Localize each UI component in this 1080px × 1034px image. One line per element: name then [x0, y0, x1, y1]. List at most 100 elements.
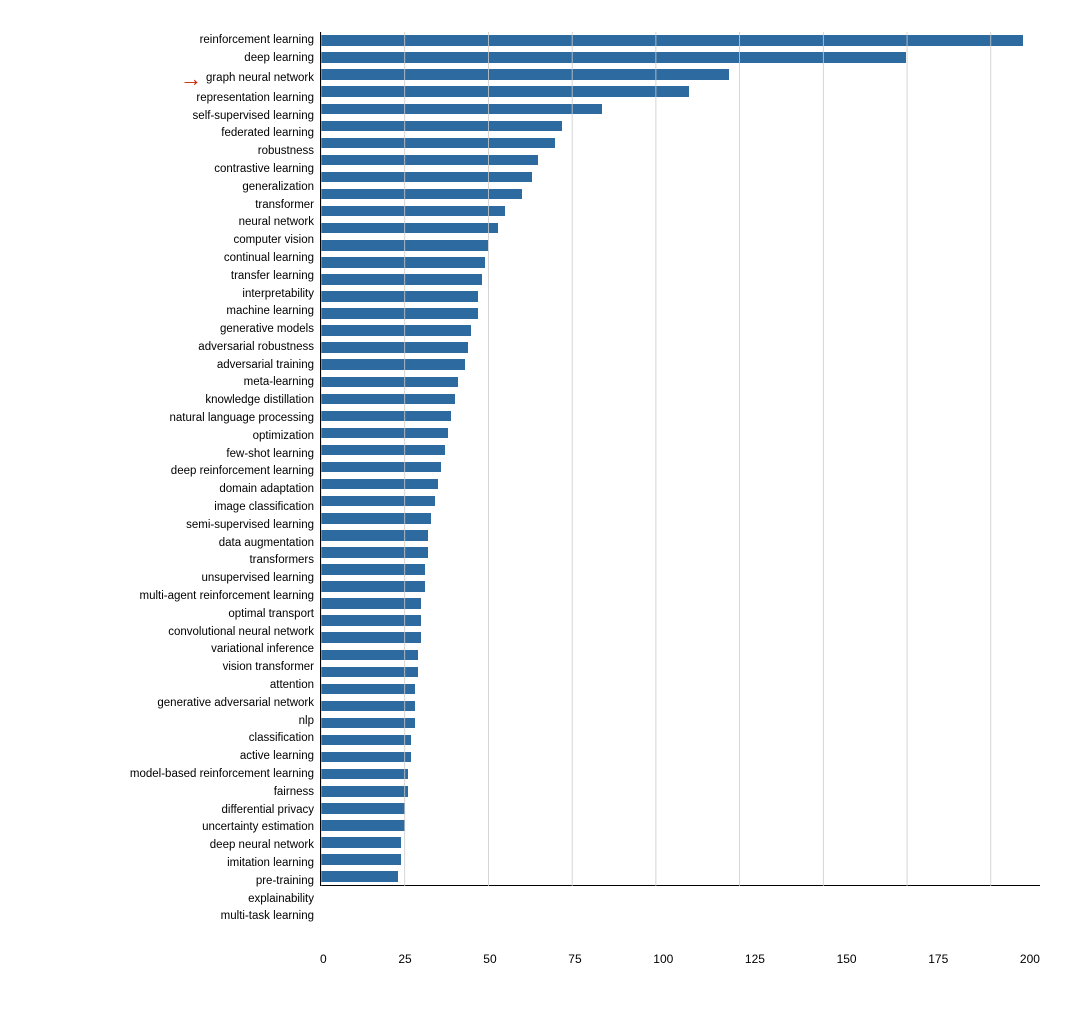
bar-row	[321, 680, 1040, 697]
bar	[321, 189, 522, 200]
y-label: classification	[249, 730, 314, 748]
y-label: semi-supervised learning	[186, 517, 314, 535]
bar-row	[321, 442, 1040, 459]
bar	[321, 86, 689, 97]
x-axis: 0255075100125150175200	[320, 952, 1040, 966]
bar-row	[321, 510, 1040, 527]
bar-row	[321, 186, 1040, 203]
bar	[321, 530, 428, 541]
bar-row	[321, 271, 1040, 288]
bar	[321, 274, 482, 285]
y-label: interpretability	[242, 285, 314, 303]
bar-row	[321, 100, 1040, 117]
y-label: generative models	[220, 321, 314, 339]
bar	[321, 684, 415, 695]
y-label: reinforcement learning	[200, 32, 314, 50]
bar-row	[321, 237, 1040, 254]
bar	[321, 445, 445, 456]
bar	[321, 155, 538, 166]
bar-row	[321, 476, 1040, 493]
y-label: uncertainty estimation	[202, 819, 314, 837]
y-label: few-shot learning	[226, 446, 314, 464]
bar	[321, 871, 398, 882]
bar	[321, 172, 532, 183]
bar	[321, 667, 418, 678]
y-label: robustness	[258, 143, 314, 161]
bar	[321, 342, 468, 353]
y-label: unsupervised learning	[201, 570, 314, 588]
bar	[321, 803, 405, 814]
y-label: transformer	[255, 196, 314, 214]
y-label: differential privacy	[222, 801, 314, 819]
y-label: federated learning	[221, 125, 314, 143]
bar-row	[321, 339, 1040, 356]
chart-container: reinforcement learningdeep learning→ gra…	[0, 0, 1080, 1034]
bar-row	[321, 834, 1040, 851]
bar	[321, 752, 411, 763]
y-label: attention	[270, 677, 314, 695]
y-label: self-supervised learning	[193, 107, 314, 125]
bar-row	[321, 715, 1040, 732]
bar-row	[321, 254, 1040, 271]
bar-row	[321, 851, 1040, 868]
bar-row	[321, 732, 1040, 749]
bar-row	[321, 220, 1040, 237]
bar	[321, 564, 425, 575]
bar	[321, 223, 498, 234]
bar-row	[321, 169, 1040, 186]
bar-row	[321, 373, 1040, 390]
bar	[321, 496, 435, 507]
y-label: pre-training	[256, 873, 314, 891]
bar-row	[321, 697, 1040, 714]
bar-row	[321, 203, 1040, 220]
y-label: meta-learning	[244, 374, 314, 392]
bar-row	[321, 117, 1040, 134]
x-tick: 75	[568, 952, 581, 966]
x-tick: 200	[1020, 952, 1040, 966]
bar	[321, 513, 431, 524]
x-tick: 25	[398, 952, 411, 966]
bar-row	[321, 868, 1040, 885]
bar	[321, 359, 465, 370]
bar-row	[321, 578, 1040, 595]
y-label: variational inference	[211, 641, 314, 659]
bar	[321, 291, 478, 302]
bar	[321, 206, 505, 217]
y-label: deep reinforcement learning	[171, 463, 314, 481]
bar-row	[321, 561, 1040, 578]
y-label: adversarial training	[217, 357, 314, 375]
y-label: neural network	[239, 214, 314, 232]
bar-row	[321, 356, 1040, 373]
bar	[321, 632, 421, 643]
bar-row	[321, 83, 1040, 100]
bar	[321, 411, 451, 422]
bar	[321, 377, 458, 388]
y-label: optimization	[253, 428, 314, 446]
bar	[321, 428, 448, 439]
y-label: knowledge distillation	[205, 392, 314, 410]
bar-row	[321, 629, 1040, 646]
bar	[321, 121, 562, 132]
y-label: deep neural network	[210, 837, 314, 855]
y-label: deep learning	[244, 50, 314, 68]
x-tick: 175	[928, 952, 948, 966]
x-tick: 100	[653, 952, 673, 966]
bar	[321, 257, 485, 268]
y-label: continual learning	[224, 250, 314, 268]
bar	[321, 325, 471, 336]
bar-row	[321, 32, 1040, 49]
bar-row	[321, 783, 1040, 800]
bar-row	[321, 66, 1040, 83]
bar	[321, 138, 555, 149]
y-label: machine learning	[226, 303, 314, 321]
bar	[321, 479, 438, 490]
bars-area	[320, 32, 1040, 886]
bar-row	[321, 305, 1040, 322]
bar-row	[321, 407, 1040, 424]
y-label: contrastive learning	[214, 161, 314, 179]
bar-row	[321, 646, 1040, 663]
y-label: generative adversarial network	[157, 695, 314, 713]
x-tick: 50	[483, 952, 496, 966]
bar-row	[321, 766, 1040, 783]
y-label: adversarial robustness	[198, 339, 314, 357]
